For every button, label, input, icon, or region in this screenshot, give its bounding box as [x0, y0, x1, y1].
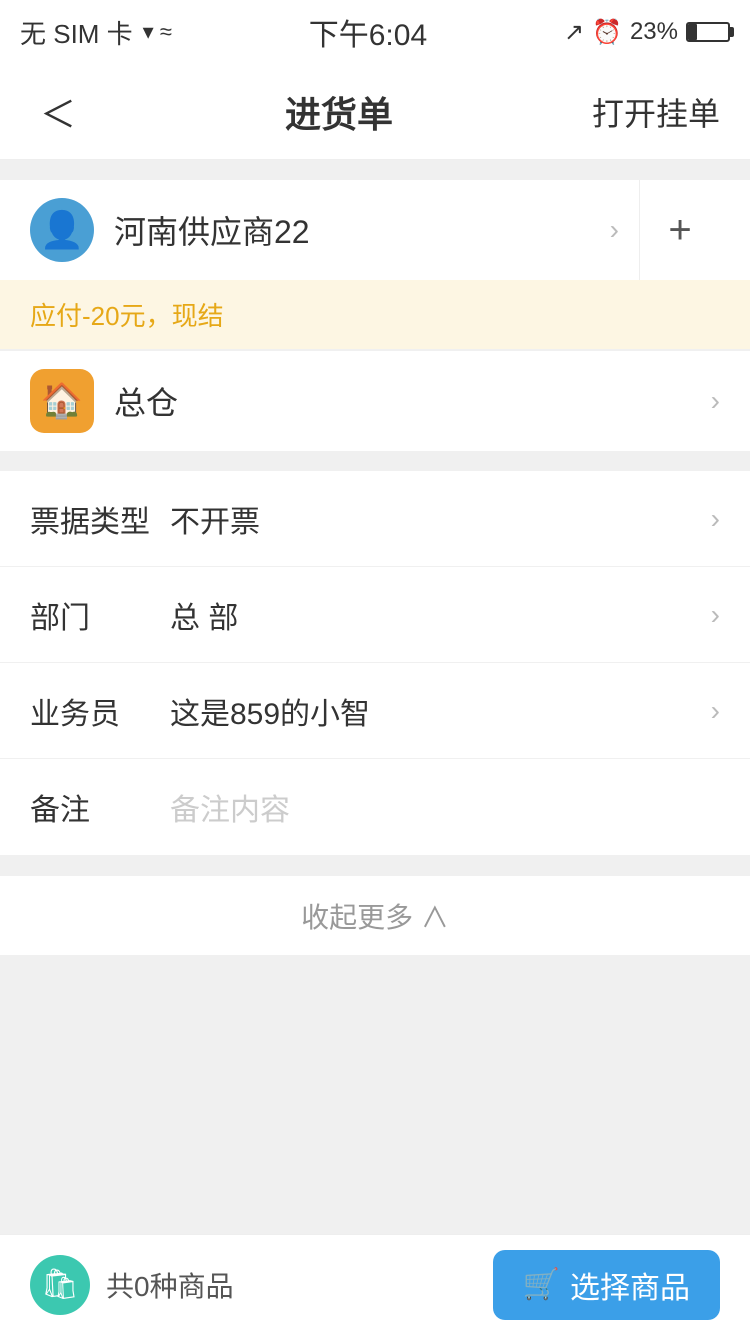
supplier-add-button[interactable]: +	[640, 208, 720, 253]
warehouse-section: 🏠 总仓 ›	[0, 351, 750, 451]
warehouse-icon: 🏠	[41, 381, 83, 421]
supplier-avatar: 👤	[30, 198, 94, 262]
status-time: 下午6:04	[309, 10, 427, 54]
warehouse-name: 总仓	[114, 378, 701, 424]
remarks-label: 备注	[30, 785, 170, 829]
battery-bar	[686, 22, 730, 42]
product-count-icon: 🛍	[41, 1267, 79, 1302]
department-chevron-icon: ›	[711, 599, 720, 631]
notice-bar: 应付-20元，现结	[0, 280, 750, 349]
select-product-button[interactable]: 🛒 选择商品	[493, 1250, 720, 1320]
wifi-icon: ▾ ≈	[143, 19, 172, 45]
battery-percent: 23%	[630, 18, 678, 46]
salesman-label: 业务员	[30, 689, 170, 733]
form-section: 票据类型 不开票 › 部门 总 部 › 业务员 这是859的小智 › 备注 备注…	[0, 471, 750, 855]
salesman-row[interactable]: 业务员 这是859的小智 ›	[0, 663, 750, 759]
product-count-icon-wrap: 🛍	[30, 1255, 90, 1315]
alarm-icon: ⏰	[592, 18, 622, 47]
salesman-chevron-icon: ›	[711, 695, 720, 727]
department-value: 总 部	[170, 593, 701, 637]
product-count-text: 共0种商品	[106, 1265, 493, 1305]
notice-text: 应付-20元，现结	[30, 301, 224, 331]
bottom-bar: 🛍 共0种商品 🛒 选择商品	[0, 1234, 750, 1334]
supplier-section: 👤 河南供应商22 › +	[0, 180, 750, 280]
warehouse-icon-wrap: 🏠	[30, 369, 94, 433]
supplier-avatar-icon: 👤	[40, 209, 85, 251]
department-label: 部门	[30, 593, 170, 637]
supplier-row[interactable]: 👤 河南供应商22 ›	[30, 180, 640, 280]
remarks-placeholder[interactable]: 备注内容	[170, 785, 720, 829]
nav-bar: ＜ 进货单 打开挂单	[0, 64, 750, 160]
collapse-label: 收起更多 ∧	[301, 896, 449, 936]
divider-1	[0, 160, 750, 180]
supplier-name: 河南供应商22	[114, 207, 600, 253]
bottom-spacer	[0, 955, 750, 1075]
page-title: 进货单	[285, 86, 393, 138]
bill-type-chevron-icon: ›	[711, 503, 720, 535]
carrier-text: 无 SIM 卡	[20, 14, 133, 51]
bill-type-value: 不开票	[170, 497, 701, 541]
open-pending-button[interactable]: 打开挂单	[592, 89, 720, 135]
department-row[interactable]: 部门 总 部 ›	[0, 567, 750, 663]
supplier-chevron-icon: ›	[610, 214, 619, 246]
battery-fill	[688, 24, 697, 40]
bill-type-label: 票据类型	[30, 497, 170, 541]
collapse-bar[interactable]: 收起更多 ∧	[0, 875, 750, 955]
select-product-label: 选择商品	[570, 1263, 690, 1307]
status-bar: 无 SIM 卡 ▾ ≈ 下午6:04 ↗ ⏰ 23%	[0, 0, 750, 64]
status-left: 无 SIM 卡 ▾ ≈	[20, 14, 172, 51]
remarks-row[interactable]: 备注 备注内容	[0, 759, 750, 855]
salesman-value: 这是859的小智	[170, 689, 701, 733]
back-button[interactable]: ＜	[30, 76, 86, 148]
add-icon: +	[668, 208, 691, 253]
warehouse-chevron-icon: ›	[711, 385, 720, 417]
select-product-icon: 🛒	[523, 1267, 560, 1302]
warehouse-row[interactable]: 🏠 总仓 ›	[30, 351, 720, 451]
status-right: ↗ ⏰ 23%	[564, 18, 730, 47]
bill-type-row[interactable]: 票据类型 不开票 ›	[0, 471, 750, 567]
location-icon: ↗	[564, 18, 584, 47]
